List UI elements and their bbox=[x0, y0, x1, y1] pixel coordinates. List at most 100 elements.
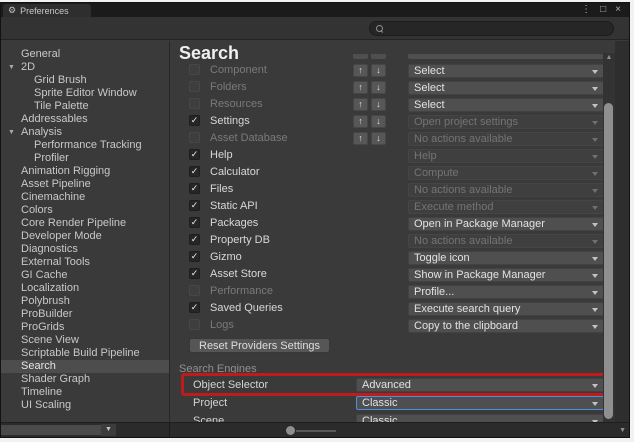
sidebar-item-addressables[interactable]: Addressables bbox=[1, 113, 169, 126]
action-dropdown-asset-store[interactable]: Show in Package Manager bbox=[408, 268, 604, 282]
checkbox-help[interactable]: ✓ bbox=[189, 149, 200, 160]
provider-row-logs: LogsCopy to the clipboard bbox=[171, 317, 605, 334]
provider-label: Resources bbox=[210, 98, 263, 111]
move-up-button[interactable]: ↑ bbox=[353, 115, 368, 128]
engine-row-object-selector: Object SelectorAdvanced bbox=[171, 377, 605, 395]
sidebar-item-label: Profiler bbox=[34, 152, 69, 164]
reset-providers-button[interactable]: Reset Providers Settings bbox=[189, 338, 330, 353]
sidebar-item-probuilder[interactable]: ProBuilder bbox=[1, 308, 169, 321]
sidebar-item-diagnostics[interactable]: Diagnostics bbox=[1, 243, 169, 256]
provider-label: Settings bbox=[210, 115, 250, 128]
sidebar-item-scriptable-build-pipeline[interactable]: Scriptable Build Pipeline bbox=[1, 347, 169, 360]
engine-dropdown-object-selector[interactable]: Advanced bbox=[356, 378, 604, 392]
checkbox-property-db[interactable]: ✓ bbox=[189, 234, 200, 245]
chevron-down-icon bbox=[592, 240, 598, 244]
scrollbar-thumb[interactable] bbox=[604, 103, 613, 419]
action-dropdown-folders[interactable]: Select bbox=[408, 81, 604, 95]
sidebar-item-developer-mode[interactable]: Developer Mode bbox=[1, 230, 169, 243]
checkbox-calculator[interactable]: ✓ bbox=[189, 166, 200, 177]
move-up-button[interactable]: ↑ bbox=[353, 98, 368, 111]
provider-row-packages: ✓PackagesOpen in Package Manager bbox=[171, 215, 605, 232]
sidebar-item-label: Colors bbox=[21, 204, 53, 216]
provider-row-resources: Resources ↑↓ Select bbox=[171, 96, 605, 113]
h-scrollbar-thumb[interactable] bbox=[1, 425, 101, 435]
search-engines-header: Search Engines bbox=[179, 363, 257, 375]
checkbox-static-api[interactable]: ✓ bbox=[189, 200, 200, 211]
checkbox-folders[interactable] bbox=[189, 81, 200, 92]
search-input[interactable] bbox=[388, 23, 607, 34]
sidebar-item-performance-tracking[interactable]: Performance Tracking bbox=[1, 139, 169, 152]
checkbox-asset-database[interactable] bbox=[189, 132, 200, 143]
sidebar-item-label: Animation Rigging bbox=[21, 165, 110, 177]
engine-dropdown-project[interactable]: Classic bbox=[356, 396, 604, 410]
chevron-down-icon bbox=[592, 402, 598, 406]
sidebar-item-gi-cache[interactable]: GI Cache bbox=[1, 269, 169, 282]
checkbox-resources[interactable] bbox=[189, 98, 200, 109]
maximize-button[interactable]: □ bbox=[600, 5, 606, 15]
sidebar-item-progrids[interactable]: ProGrids bbox=[1, 321, 169, 334]
sidebar-item-label: Performance Tracking bbox=[34, 139, 142, 151]
corner-scroll-arrow-icon[interactable]: ▼ bbox=[619, 425, 626, 436]
chevron-down-icon bbox=[592, 172, 598, 176]
sidebar-item-search[interactable]: Search bbox=[1, 360, 169, 373]
sidebar-item-external-tools[interactable]: External Tools bbox=[1, 256, 169, 269]
sidebar-item-localization[interactable]: Localization bbox=[1, 282, 169, 295]
checkbox-settings[interactable]: ✓ bbox=[189, 115, 200, 126]
checkbox-saved-queries[interactable]: ✓ bbox=[189, 302, 200, 313]
sidebar-item-general[interactable]: General bbox=[1, 48, 169, 61]
checkbox-files[interactable]: ✓ bbox=[189, 183, 200, 194]
move-up-button[interactable]: ↑ bbox=[353, 132, 368, 145]
move-up-button[interactable]: ↑ bbox=[353, 81, 368, 94]
checkbox-packages[interactable]: ✓ bbox=[189, 217, 200, 228]
window-menu-icon[interactable]: ⋮ bbox=[581, 5, 591, 15]
sidebar-item-label: UI Scaling bbox=[21, 399, 71, 411]
checkbox-component[interactable] bbox=[189, 64, 200, 75]
checkbox-gizmo[interactable]: ✓ bbox=[189, 251, 200, 262]
sidebar-item-shader-graph[interactable]: Shader Graph bbox=[1, 373, 169, 386]
sidebar-item-profiler[interactable]: Profiler bbox=[1, 152, 169, 165]
action-dropdown-gizmo[interactable]: Toggle icon bbox=[408, 251, 604, 265]
slider-thumb[interactable] bbox=[286, 426, 295, 435]
checkbox-logs[interactable] bbox=[189, 319, 200, 330]
sidebar-item-label: Localization bbox=[21, 282, 79, 294]
sidebar-item-sprite-editor-window[interactable]: Sprite Editor Window bbox=[1, 87, 169, 100]
sidebar-item-scene-view[interactable]: Scene View bbox=[1, 334, 169, 347]
bottom-bar: ▼ ▼ bbox=[1, 422, 629, 437]
sidebar-item-colors[interactable]: Colors bbox=[1, 204, 169, 217]
action-dropdown-performance[interactable]: Profile... bbox=[408, 285, 604, 299]
sidebar-item-timeline[interactable]: Timeline bbox=[1, 386, 169, 399]
sidebar-item-tile-palette[interactable]: Tile Palette bbox=[1, 100, 169, 113]
sidebar-item-polybrush[interactable]: Polybrush bbox=[1, 295, 169, 308]
move-down-button[interactable]: ↓ bbox=[371, 81, 386, 94]
action-dropdown-logs[interactable]: Copy to the clipboard bbox=[408, 319, 604, 333]
expander-icon[interactable]: ▼ bbox=[8, 126, 15, 139]
sidebar-item-core-render-pipeline[interactable]: Core Render Pipeline bbox=[1, 217, 169, 230]
move-up-button[interactable]: ↑ bbox=[353, 64, 368, 77]
expander-icon[interactable]: ▼ bbox=[8, 61, 15, 74]
close-button[interactable]: × bbox=[615, 5, 621, 15]
sidebar-item-grid-brush[interactable]: Grid Brush bbox=[1, 74, 169, 87]
sidebar-scroll-arrow-icon[interactable]: ▼ bbox=[101, 424, 116, 436]
scroll-up-icon[interactable]: ▲ bbox=[603, 53, 615, 63]
checkbox-performance[interactable] bbox=[189, 285, 200, 296]
provider-label: Calculator bbox=[210, 166, 260, 179]
sidebar-item-animation-rigging[interactable]: Animation Rigging bbox=[1, 165, 169, 178]
action-dropdown-component[interactable]: Select bbox=[408, 64, 604, 78]
sidebar-item-2d[interactable]: ▼2D bbox=[1, 61, 169, 74]
move-down-button[interactable]: ↓ bbox=[371, 98, 386, 111]
sidebar-item-asset-pipeline[interactable]: Asset Pipeline bbox=[1, 178, 169, 191]
search-box[interactable] bbox=[369, 21, 614, 36]
sidebar-item-cinemachine[interactable]: Cinemachine bbox=[1, 191, 169, 204]
bottom-divider bbox=[169, 423, 170, 437]
action-dropdown-resources[interactable]: Select bbox=[408, 98, 604, 112]
sidebar-item-ui-scaling[interactable]: UI Scaling bbox=[1, 399, 169, 412]
move-down-button[interactable]: ↓ bbox=[371, 115, 386, 128]
move-down-button[interactable]: ↓ bbox=[371, 64, 386, 77]
checkbox-asset-store[interactable]: ✓ bbox=[189, 268, 200, 279]
window-tab-preferences[interactable]: ⚙ Preferences bbox=[3, 4, 91, 17]
action-dropdown-packages[interactable]: Open in Package Manager bbox=[408, 217, 604, 231]
action-dropdown-saved-queries[interactable]: Execute search query bbox=[408, 302, 604, 316]
move-down-button[interactable]: ↓ bbox=[371, 132, 386, 145]
sidebar-item-analysis[interactable]: ▼Analysis bbox=[1, 126, 169, 139]
vertical-scrollbar[interactable]: ▲ ▼ bbox=[603, 53, 615, 423]
